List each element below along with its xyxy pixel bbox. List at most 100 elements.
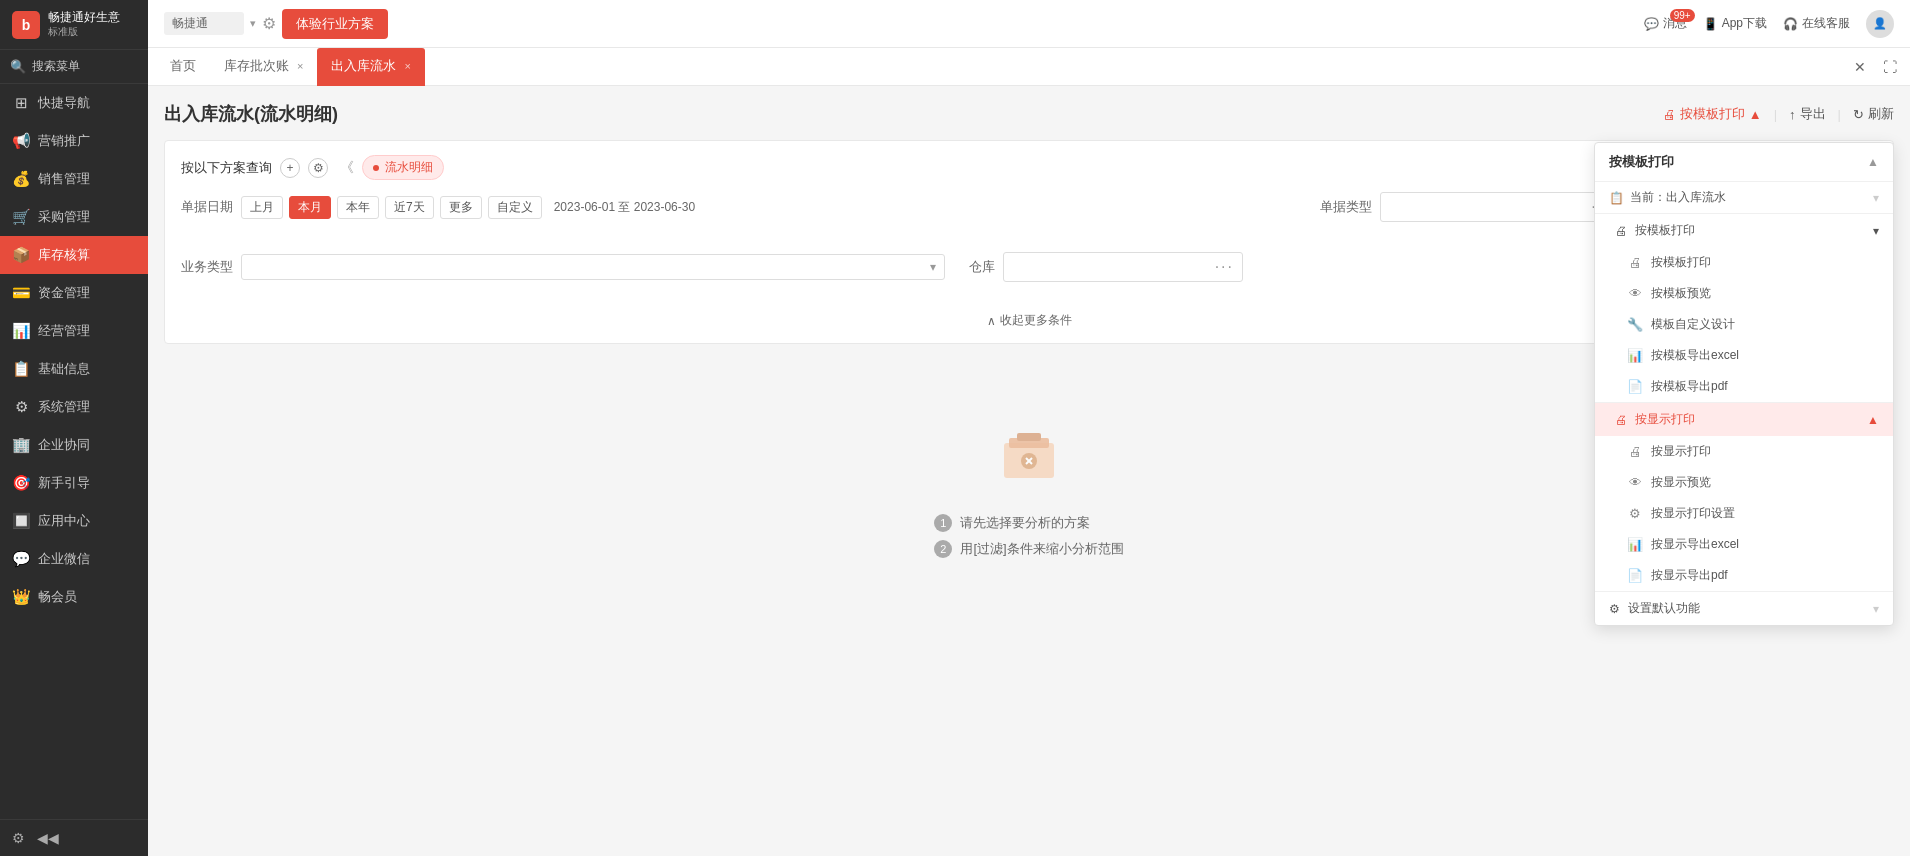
sidebar-item-sales[interactable]: 💰 销售管理 <box>0 160 148 198</box>
sidebar-item-operations[interactable]: 📊 经营管理 <box>0 312 148 350</box>
tab-batch-account[interactable]: 库存批次账 × <box>210 48 317 86</box>
tab-expand-button[interactable]: ⛶ <box>1878 55 1902 79</box>
basic-info-icon: 📋 <box>12 360 30 378</box>
sidebar-item-finance[interactable]: 💳 资金管理 <box>0 274 148 312</box>
print-template-button[interactable]: 🖨 按模板打印 ▲ <box>1663 105 1762 123</box>
customer-service-button[interactable]: 🎧 在线客服 <box>1783 15 1850 32</box>
warehouse-select[interactable]: ··· <box>1003 252 1243 282</box>
inventory-icon: 📦 <box>12 246 30 264</box>
dropdown-footer[interactable]: ⚙ 设置默认功能 ▾ <box>1595 592 1893 625</box>
sidebar: b 畅捷通好生意 标准版 🔍 搜索菜单 ⊞ 快捷导航 📢 营销推广 💰 销售管理… <box>0 0 148 856</box>
app-name: 畅捷通好生意 <box>48 10 120 26</box>
filter-collapse-button[interactable]: 《 <box>340 159 354 177</box>
display-print-section-header[interactable]: 🖨 按显示打印 ▲ <box>1595 403 1893 436</box>
dropdown-template-section: 🖨 按模板打印 ▾ 🖨 按模板打印 👁 按模板预览 🔧 <box>1595 214 1893 403</box>
date-btn-7days[interactable]: 近7天 <box>385 196 434 219</box>
current-template-arrow: ▾ <box>1873 191 1879 205</box>
display-print-item[interactable]: 🖨 按显示打印 <box>1595 436 1893 467</box>
date-label: 单据日期 <box>181 198 233 216</box>
export-button[interactable]: ↑ 导出 <box>1789 105 1826 123</box>
dropdown-up-arrow[interactable]: ▲ <box>1867 155 1879 169</box>
sidebar-item-app-center[interactable]: 🔲 应用中心 <box>0 502 148 540</box>
date-btn-last-month[interactable]: 上月 <box>241 196 283 219</box>
refresh-button[interactable]: ↻ 刷新 <box>1853 105 1894 123</box>
display-print-item-icon: 🖨 <box>1627 444 1643 459</box>
header-dropdown-icon[interactable]: ▾ <box>250 17 256 30</box>
date-btn-custom[interactable]: 自定义 <box>488 196 542 219</box>
sidebar-search[interactable]: 🔍 搜索菜单 <box>0 50 148 84</box>
dropdown-current-template[interactable]: 📋 当前：出入库流水 ▾ <box>1595 182 1893 214</box>
template-export-excel-item[interactable]: 📊 按模板导出excel <box>1595 340 1893 371</box>
sidebar-item-enterprise-wx[interactable]: 💬 企业微信 <box>0 540 148 578</box>
doctype-select[interactable]: ··· <box>1380 192 1620 222</box>
excel-icon: 📊 <box>1627 348 1643 363</box>
sidebar-item-enterprise[interactable]: 🏢 企业协同 <box>0 426 148 464</box>
messages-button[interactable]: 💬 消息 99+ <box>1644 15 1687 32</box>
tab-inout-flow[interactable]: 出入库流水 × <box>317 48 424 86</box>
template-print-item-1[interactable]: 🖨 按模板打印 <box>1595 247 1893 278</box>
tab-inout-flow-close[interactable]: × <box>404 60 410 72</box>
printer-item-icon: 🖨 <box>1627 255 1643 270</box>
template-design-item[interactable]: 🔧 模板自定义设计 <box>1595 309 1893 340</box>
messages-badge: 99+ <box>1670 9 1695 22</box>
filter-type-tag[interactable]: 流水明细 <box>362 155 444 180</box>
sidebar-item-basic-info[interactable]: 📋 基础信息 <box>0 350 148 388</box>
customer-service-label: 在线客服 <box>1802 15 1850 32</box>
warehouse-more-icon[interactable]: ··· <box>1215 258 1234 276</box>
tab-home[interactable]: 首页 <box>156 48 210 86</box>
filter-biztype-item: 业务类型 ▾ <box>181 254 945 280</box>
date-btn-more[interactable]: 更多 <box>440 196 482 219</box>
purchase-icon: 🛒 <box>12 208 30 226</box>
trial-button[interactable]: 体验行业方案 <box>282 9 388 39</box>
sidebar-item-marketing[interactable]: 📢 营销推广 <box>0 122 148 160</box>
app-download-button[interactable]: 📱 App下载 <box>1703 15 1767 32</box>
gear-icon: ⚙ <box>1609 602 1620 616</box>
display-print-settings-item[interactable]: ⚙ 按显示打印设置 <box>1595 498 1893 529</box>
display-printer-icon: 🖨 <box>1615 413 1627 427</box>
filter-settings-button[interactable]: ⚙ <box>308 158 328 178</box>
filter-add-button[interactable]: + <box>280 158 300 178</box>
print-dropdown-panel: 按模板打印 ▲ 📋 当前：出入库流水 ▾ 🖨 按模板打印 <box>1594 142 1894 626</box>
filter-date-buttons: 上月 本月 本年 近7天 更多 自定义 <box>241 196 542 219</box>
date-btn-this-month[interactable]: 本月 <box>289 196 331 219</box>
sidebar-item-member[interactable]: 👑 畅会员 <box>0 578 148 616</box>
footer-collapse-icon[interactable]: ◀◀ <box>37 830 59 846</box>
display-section-arrow: ▲ <box>1867 413 1879 427</box>
date-btn-this-year[interactable]: 本年 <box>337 196 379 219</box>
display-export-excel-item[interactable]: 📊 按显示导出excel <box>1595 529 1893 560</box>
tab-close-all-button[interactable]: ✕ <box>1848 55 1872 79</box>
sidebar-item-inventory[interactable]: 📦 库存核算 <box>0 236 148 274</box>
top-header: 畅捷通 ▾ ⚙ 体验行业方案 💬 消息 99+ 📱 App下载 🎧 在线客服 👤 <box>148 0 1910 48</box>
app-edition: 标准版 <box>48 25 120 39</box>
app-center-icon: 🔲 <box>12 512 30 530</box>
design-icon: 🔧 <box>1627 317 1643 332</box>
quick-nav-icon: ⊞ <box>12 94 30 112</box>
display-export-pdf-label: 按显示导出pdf <box>1651 567 1728 584</box>
template-preview-item[interactable]: 👁 按模板预览 <box>1595 278 1893 309</box>
sidebar-item-label: 经营管理 <box>38 322 90 340</box>
template-export-pdf-item[interactable]: 📄 按模板导出pdf <box>1595 371 1893 402</box>
sidebar-item-quick-nav[interactable]: ⊞ 快捷导航 <box>0 84 148 122</box>
filter-type-label: 流水明细 <box>385 159 433 176</box>
dropdown-header: 按模板打印 ▲ <box>1595 143 1893 182</box>
template-print-label: 按模板打印 <box>1635 222 1695 239</box>
template-design-label: 模板自定义设计 <box>1651 316 1735 333</box>
biztype-select[interactable]: ▾ <box>241 254 945 280</box>
display-excel-icon: 📊 <box>1627 537 1643 552</box>
display-preview-item[interactable]: 👁 按显示预览 <box>1595 467 1893 498</box>
footer-settings-icon[interactable]: ⚙ <box>12 830 25 846</box>
template-print-section-header[interactable]: 🖨 按模板打印 ▾ <box>1595 214 1893 247</box>
template-print-items: 🖨 按模板打印 👁 按模板预览 🔧 模板自定义设计 📊 按模板导出excel <box>1595 247 1893 402</box>
header-settings-icon[interactable]: ⚙ <box>262 14 276 33</box>
user-avatar[interactable]: 👤 <box>1866 10 1894 38</box>
tab-batch-account-close[interactable]: × <box>297 60 303 72</box>
sidebar-item-system[interactable]: ⚙ 系统管理 <box>0 388 148 426</box>
eye-icon: 👁 <box>1627 286 1643 301</box>
member-icon: 👑 <box>12 588 30 606</box>
template-export-pdf-label: 按模板导出pdf <box>1651 378 1728 395</box>
sidebar-item-guide[interactable]: 🎯 新手引导 <box>0 464 148 502</box>
sidebar-item-purchase[interactable]: 🛒 采购管理 <box>0 198 148 236</box>
display-export-pdf-item[interactable]: 📄 按显示导出pdf <box>1595 560 1893 591</box>
sidebar-item-label: 畅会员 <box>38 588 77 606</box>
search-menu-label: 搜索菜单 <box>32 58 80 75</box>
